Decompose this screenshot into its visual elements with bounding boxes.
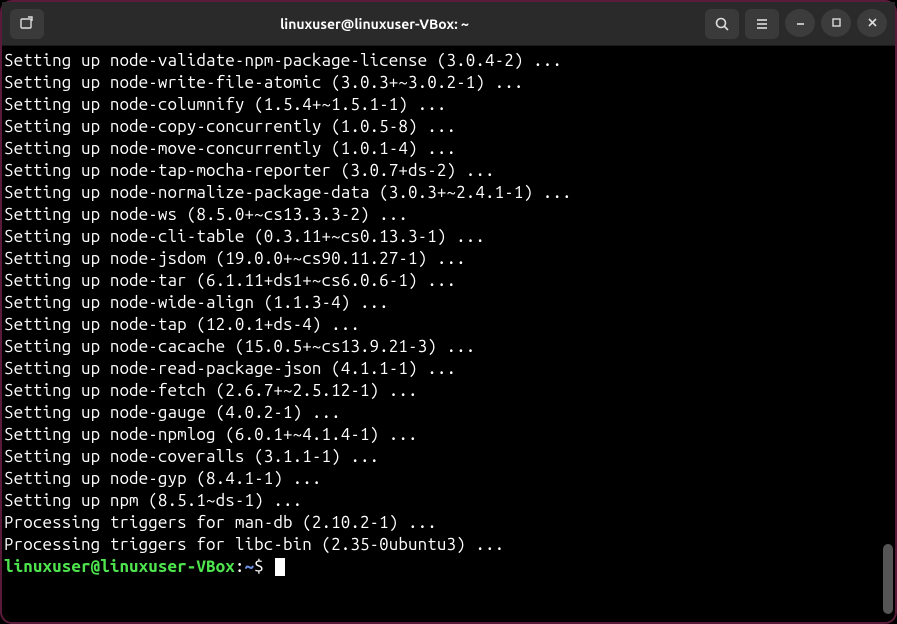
terminal-output-line: Setting up node-ws (8.5.0+~cs13.3.3-2) .… bbox=[4, 204, 893, 226]
hamburger-icon bbox=[754, 16, 770, 32]
minimize-icon bbox=[795, 17, 806, 28]
terminal-output-line: Setting up node-columnify (1.5.4+~1.5.1-… bbox=[4, 94, 893, 116]
close-icon bbox=[867, 17, 878, 28]
terminal-output-line: Setting up node-gyp (8.4.1-1) ... bbox=[4, 468, 893, 490]
prompt-path: ~ bbox=[245, 557, 255, 576]
terminal-output-line: Setting up node-coveralls (3.1.1-1) ... bbox=[4, 446, 893, 468]
terminal-output-line: Setting up node-tap (12.0.1+ds-4) ... bbox=[4, 314, 893, 336]
menu-button[interactable] bbox=[745, 9, 779, 39]
terminal-output-line: Setting up node-tap-mocha-reporter (3.0.… bbox=[4, 160, 893, 182]
terminal-output-line: Setting up node-cacache (15.0.5+~cs13.9.… bbox=[4, 336, 893, 358]
minimize-button[interactable] bbox=[785, 9, 815, 37]
prompt-line: linuxuser@linuxuser-VBox:~$ bbox=[4, 556, 893, 578]
search-button[interactable] bbox=[705, 9, 739, 39]
scrollbar-thumb[interactable] bbox=[883, 544, 893, 614]
prompt-user-host: linuxuser@linuxuser-VBox bbox=[4, 557, 235, 576]
prompt-separator: : bbox=[235, 557, 245, 576]
terminal-output-line: Setting up node-cli-table (0.3.11+~cs0.1… bbox=[4, 226, 893, 248]
terminal-cursor bbox=[275, 558, 285, 576]
terminal-output-line: Setting up node-gauge (4.0.2-1) ... bbox=[4, 402, 893, 424]
terminal-output-line: Setting up node-write-file-atomic (3.0.3… bbox=[4, 72, 893, 94]
close-button[interactable] bbox=[857, 9, 887, 37]
terminal-output-line: Setting up npm (8.5.1~ds-1) ... bbox=[4, 490, 893, 512]
maximize-button[interactable] bbox=[821, 9, 851, 37]
terminal-output-line: Processing triggers for man-db (2.10.2-1… bbox=[4, 512, 893, 534]
terminal-output-line: Processing triggers for libc-bin (2.35-0… bbox=[4, 534, 893, 556]
terminal-output-line: Setting up node-wide-align (1.1.3-4) ... bbox=[4, 292, 893, 314]
terminal-output-line: Setting up node-tar (6.1.11+ds1+~cs6.0.6… bbox=[4, 270, 893, 292]
new-tab-icon bbox=[19, 16, 35, 32]
terminal-output-line: Setting up node-move-concurrently (1.0.1… bbox=[4, 138, 893, 160]
maximize-icon bbox=[831, 17, 842, 28]
terminal-output-line: Setting up node-npmlog (6.0.1+~4.1.4-1) … bbox=[4, 424, 893, 446]
terminal-output-area[interactable]: Setting up node-validate-npm-package-lic… bbox=[2, 46, 895, 622]
search-icon bbox=[714, 16, 730, 32]
terminal-output-line: Setting up node-copy-concurrently (1.0.5… bbox=[4, 116, 893, 138]
terminal-output-line: Setting up node-fetch (2.6.7+~2.5.12-1) … bbox=[4, 380, 893, 402]
window-titlebar: linuxuser@linuxuser-VBox: ~ bbox=[2, 2, 895, 46]
window-title: linuxuser@linuxuser-VBox: ~ bbox=[50, 16, 699, 32]
terminal-output-line: Setting up node-read-package-json (4.1.1… bbox=[4, 358, 893, 380]
terminal-output-line: Setting up node-normalize-package-data (… bbox=[4, 182, 893, 204]
prompt-symbol: $ bbox=[254, 557, 264, 576]
terminal-output-line: Setting up node-jsdom (19.0.0+~cs90.11.2… bbox=[4, 248, 893, 270]
new-tab-button[interactable] bbox=[10, 9, 44, 39]
terminal-output-line: Setting up node-validate-npm-package-lic… bbox=[4, 50, 893, 72]
